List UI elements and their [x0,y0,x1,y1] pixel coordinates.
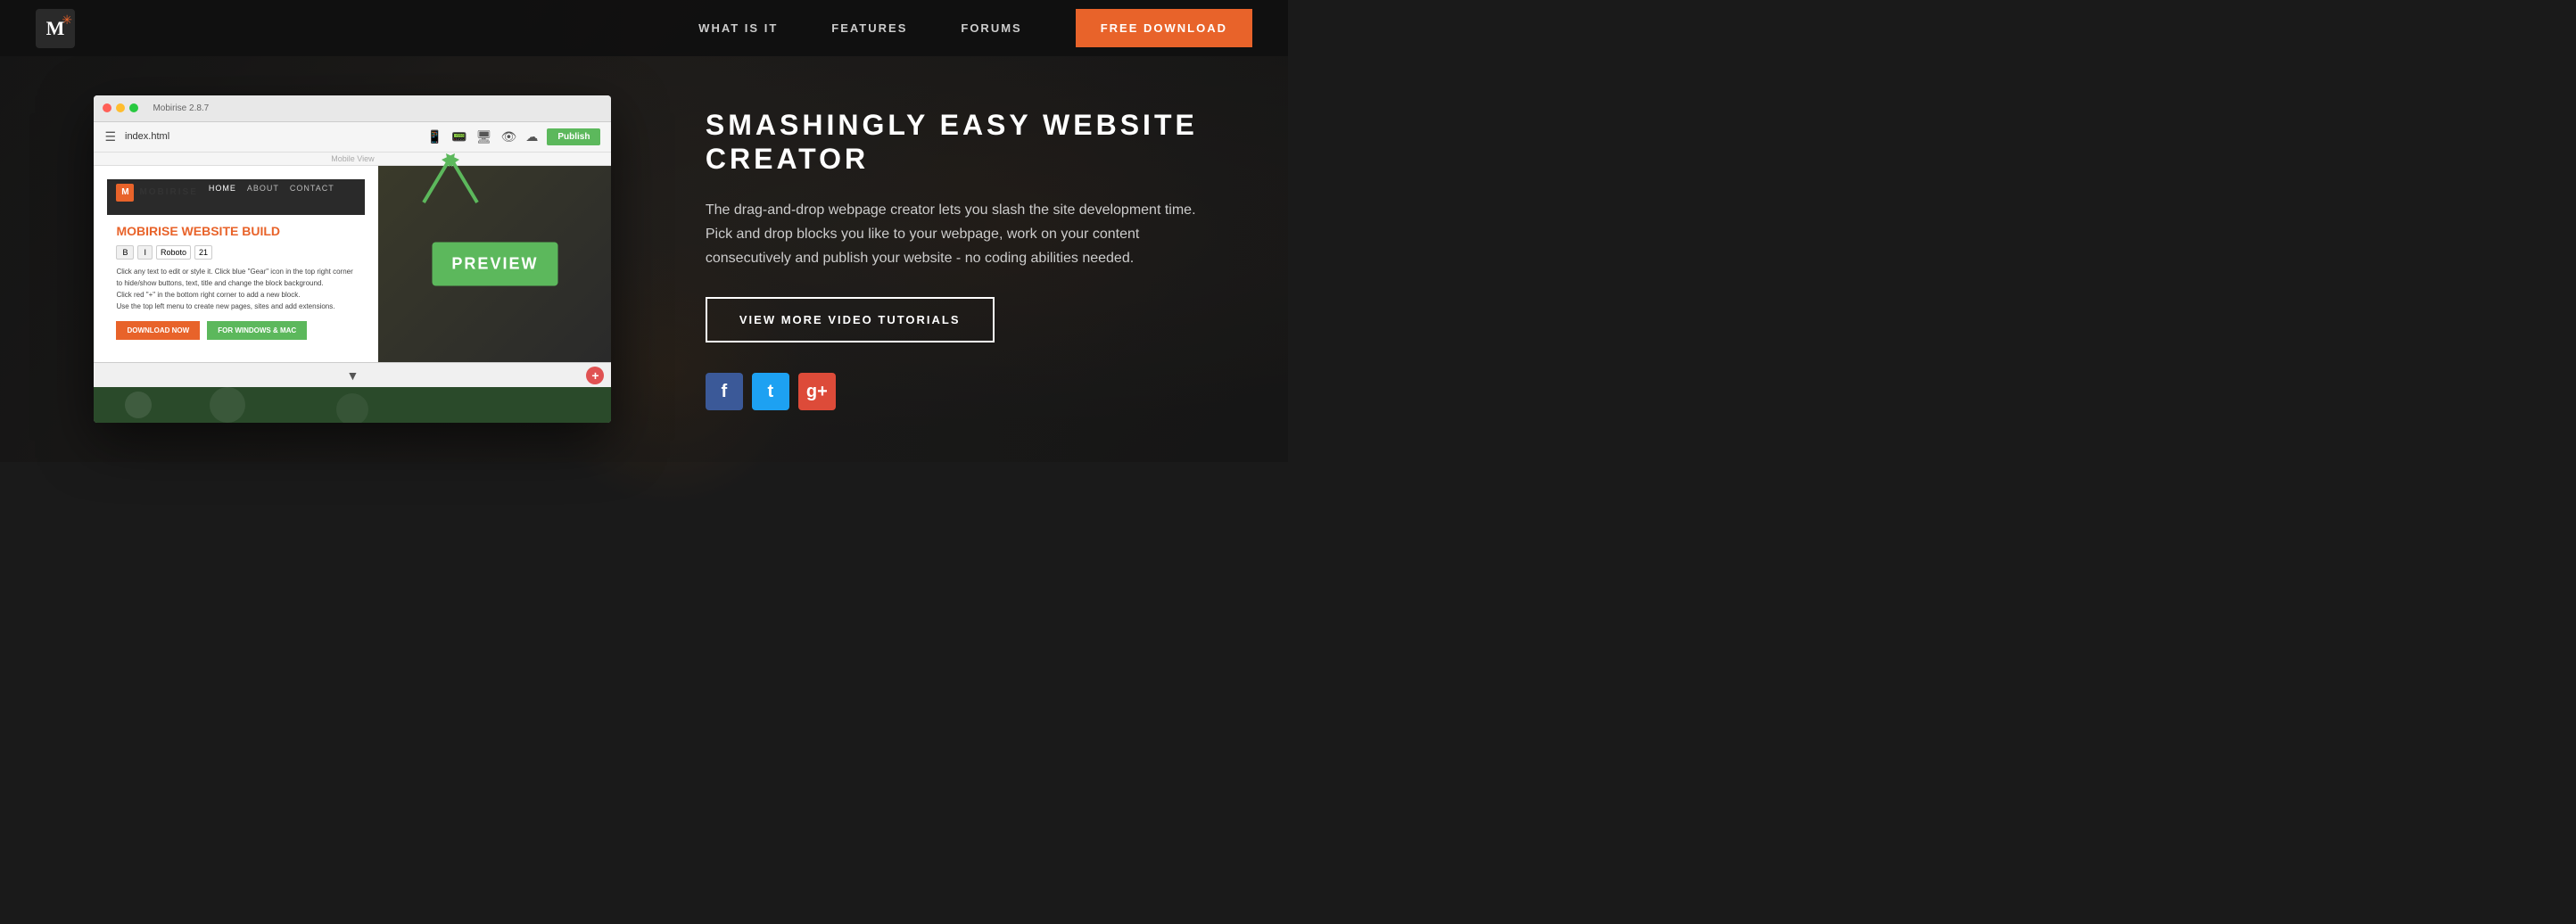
app-inner-left: M MOBIRISE HOME ABOUT CONTACT MOBIRISE W… [94,166,378,363]
social-icons: f t g+ [706,373,1234,410]
logo-box: M ✳ [36,9,75,48]
gear-icon: ✳ [62,12,72,28]
free-download-button[interactable]: FREE DOWNLOAD [1076,9,1252,47]
nav-links: WHAT IS IT FEATURES FORUMS FREE DOWNLOAD [698,9,1252,47]
add-block-button[interactable]: + [586,367,604,384]
app-image-strip [94,387,611,423]
nav-what-is-it[interactable]: WHAT IS IT [698,21,778,35]
app-inner-heading: MOBIRISE WEBSITE BUILD [116,224,356,239]
publish-button[interactable]: Publish [547,128,600,145]
eye-icon[interactable]: 👁 [501,129,517,144]
filename-label: index.html [125,131,418,142]
bold-btn[interactable]: B [116,245,134,260]
inner-brand-label: MOBIRISE [139,187,197,197]
nav-forums[interactable]: FORUMS [961,21,1021,35]
inner-nav-about[interactable]: ABOUT [247,184,279,210]
inner-nav-home[interactable]: HOME [209,184,236,210]
font-select[interactable]: Roboto [156,245,191,260]
app-toolbar: ☰ index.html 📱 📟 🖥 👁 ☁ Publish [94,122,611,153]
toolbar-icons: 📱 📟 🖥 👁 ☁ Publish [427,128,601,145]
navbar: M ✳ WHAT IS IT FEATURES FORUMS FREE DOWN… [0,0,1288,56]
main-description: The drag-and-drop webpage creator lets y… [706,198,1205,271]
preview-button[interactable]: PREVIEW [432,242,557,285]
app-inner-description: Click any text to edit or style it. Clic… [116,267,356,312]
left-panel: Mobirise 2.8.7 ☰ index.html 📱 📟 🖥 👁 ☁ Pu… [0,78,670,441]
desktop-icon[interactable]: 🖥 [476,129,492,144]
inner-logo-box: M [116,184,134,202]
app-editor-toolbar: B I Roboto 21 [116,245,356,260]
minimize-dot [116,103,125,112]
google-plus-icon[interactable]: g+ [798,373,836,410]
facebook-icon[interactable]: f [706,373,743,410]
inner-logo: M MOBIRISE [116,184,197,202]
maximize-dot [129,103,138,112]
mobile-icon[interactable]: 📱 [427,129,442,144]
logo[interactable]: M ✳ [36,9,75,48]
download-now-button[interactable]: DOWNLOAD NOW [116,321,200,340]
inner-nav-contact[interactable]: CONTACT [290,184,334,210]
app-window: Mobirise 2.8.7 ☰ index.html 📱 📟 🖥 👁 ☁ Pu… [94,95,611,424]
right-panel: SMASHINGLY EASY WEBSITE CREATOR The drag… [670,90,1288,428]
window-controls [103,103,138,112]
windows-mac-button[interactable]: FOR WINDOWS & MAC [207,321,307,340]
app-titlebar: Mobirise 2.8.7 [94,95,611,122]
hamburger-icon[interactable]: ☰ [104,129,116,144]
app-inner-buttons: DOWNLOAD NOW FOR WINDOWS & MAC [116,321,356,340]
main-content: Mobirise 2.8.7 ☰ index.html 📱 📟 🖥 👁 ☁ Pu… [0,56,1288,462]
mobile-view-label: Mobile View [94,153,611,166]
close-dot [103,103,111,112]
tablet-icon[interactable]: 📟 [451,129,466,144]
cloud-icon: ☁ [525,129,538,144]
size-select[interactable]: 21 [194,245,212,260]
app-content: M MOBIRISE HOME ABOUT CONTACT MOBIRISE W… [94,166,611,363]
app-bottom-bar: ▼ + [94,362,611,387]
main-heading: SMASHINGLY EASY WEBSITE CREATOR [706,108,1234,177]
chevron-down-icon: ▼ [347,368,359,383]
nav-features[interactable]: FEATURES [831,21,907,35]
inner-logo-m: M [121,187,128,197]
tutorials-button[interactable]: VIEW MORE VIDEO TUTORIALS [706,297,995,342]
app-inner-right: PREVIEW [378,166,611,363]
twitter-icon[interactable]: t [752,373,789,410]
window-title: Mobirise 2.8.7 [145,103,602,113]
inner-nav: M MOBIRISE HOME ABOUT CONTACT [107,179,365,215]
italic-btn[interactable]: I [137,245,153,260]
